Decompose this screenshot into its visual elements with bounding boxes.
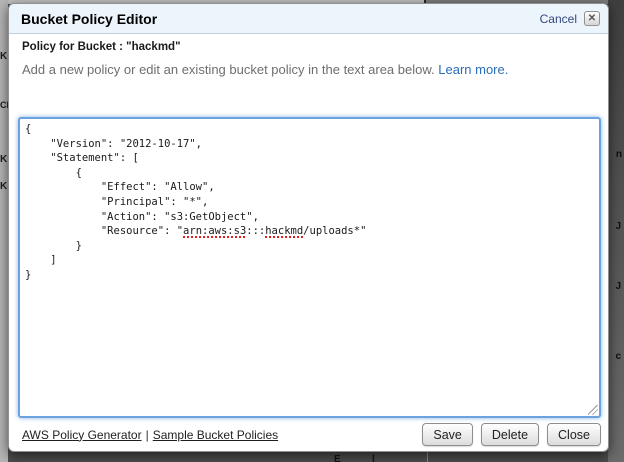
dialog-header: Bucket Policy Editor Cancel ✕ [9, 4, 608, 34]
textarea-resize-handle[interactable] [588, 405, 598, 415]
background-text-fragment: c [615, 352, 621, 362]
background-text-fragment: E [334, 455, 341, 462]
learn-more-link[interactable]: Learn more. [438, 62, 508, 77]
background-text-fragment: K [0, 182, 7, 192]
close-icon[interactable]: ✕ [584, 11, 600, 26]
link-separator: | [146, 428, 149, 442]
background-text-fragment: n [616, 150, 622, 160]
background-text-fragment: K [0, 52, 7, 62]
dialog-footer: AWS Policy Generator | Sample Bucket Pol… [9, 418, 608, 451]
background-text-fragment: J [615, 222, 621, 232]
save-button[interactable]: Save [422, 423, 473, 446]
background-text-fragment: l [372, 455, 375, 462]
dialog-description: Add a new policy or edit an existing buc… [22, 62, 596, 77]
background-page-divider [427, 452, 428, 462]
description-text: Add a new policy or edit an existing buc… [22, 62, 435, 77]
policy-textarea[interactable]: { "Version": "2012-10-17", "Statement": … [18, 117, 601, 418]
close-button[interactable]: Close [547, 423, 601, 446]
bucket-policy-editor-dialog: Bucket Policy Editor Cancel ✕ Policy for… [8, 3, 609, 452]
aws-policy-generator-link[interactable]: AWS Policy Generator [22, 428, 142, 442]
policy-for-bucket-label: Policy for Bucket : "hackmd" [22, 41, 181, 53]
policy-textarea-text: { "Version": "2012-10-17", "Statement": … [20, 119, 599, 283]
cancel-link[interactable]: Cancel [540, 12, 577, 26]
dialog-title: Bucket Policy Editor [9, 11, 157, 27]
background-text-fragment: J [615, 282, 621, 292]
background-text-fragment: K [0, 155, 7, 165]
delete-button[interactable]: Delete [481, 423, 539, 446]
sample-bucket-policies-link[interactable]: Sample Bucket Policies [153, 428, 278, 442]
background-page-left [0, 0, 8, 462]
